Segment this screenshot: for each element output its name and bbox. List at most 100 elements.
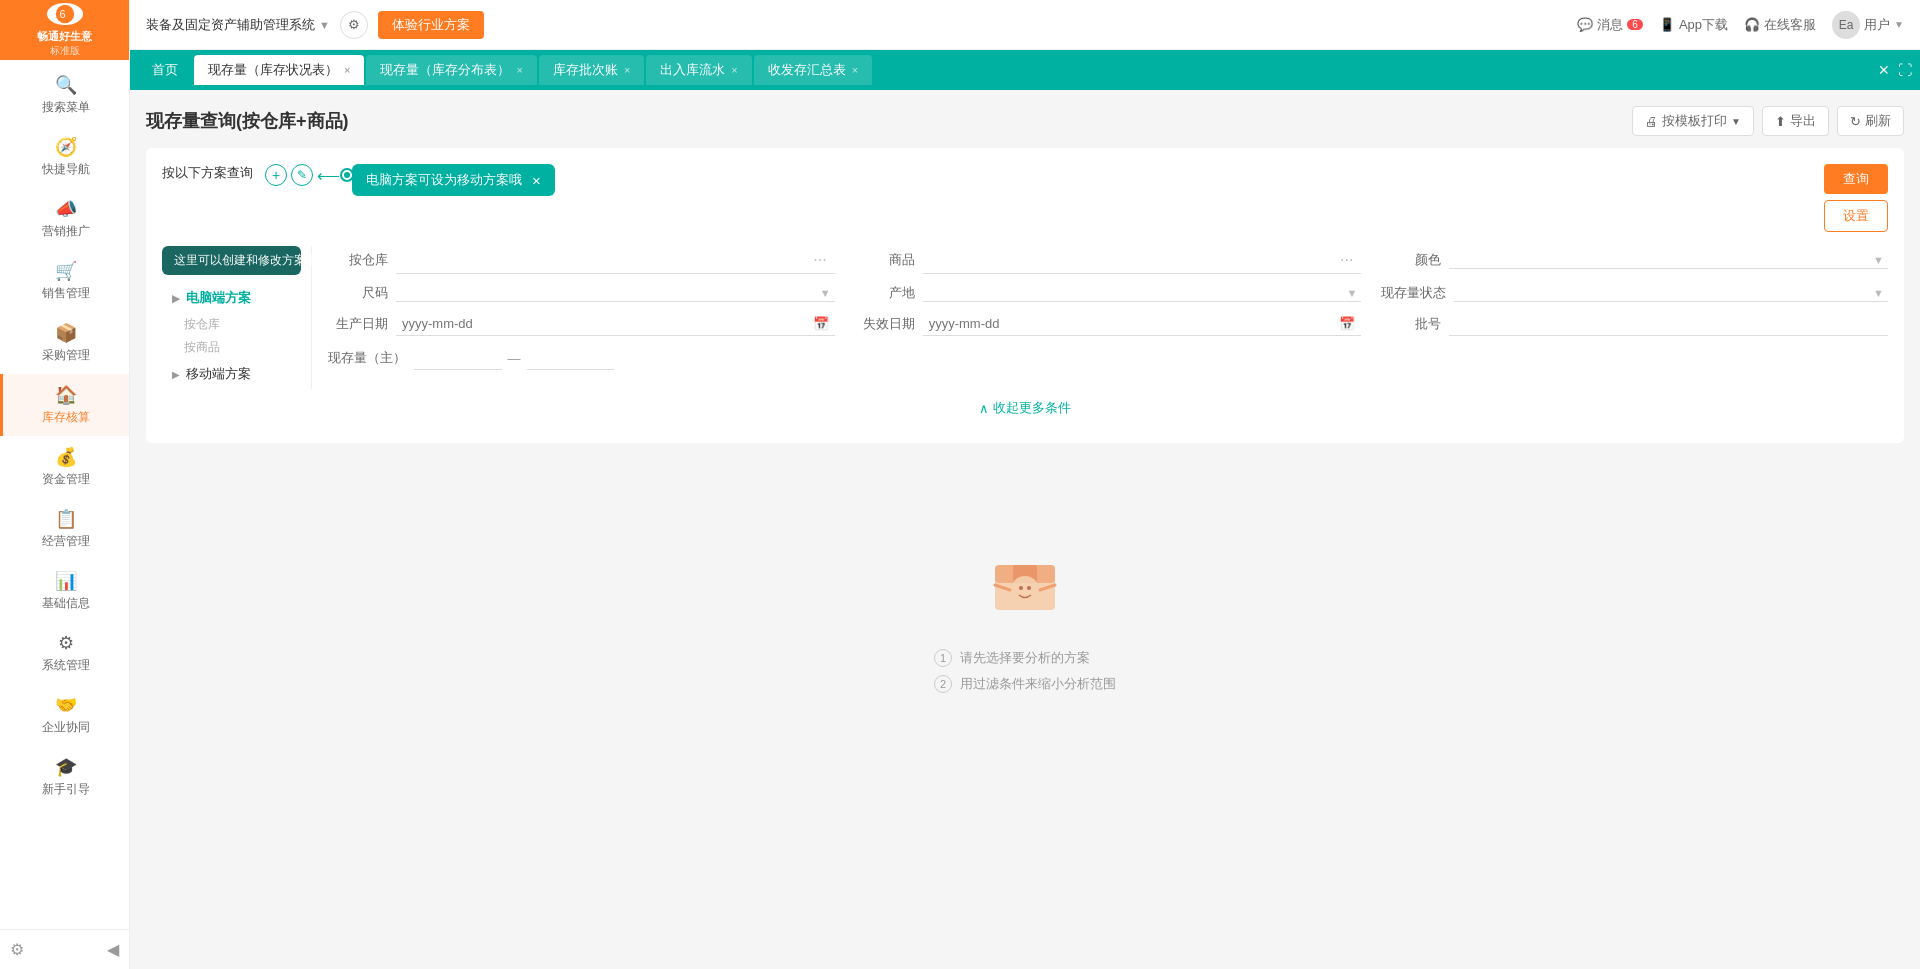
stock-status-select[interactable]: ▼ <box>1454 285 1888 302</box>
finance-icon: 💰 <box>55 446 77 468</box>
tab-close-batch-account[interactable]: × <box>624 64 630 76</box>
sidebar-item-finance[interactable]: 💰 资金管理 <box>0 436 129 498</box>
color-select[interactable]: ▼ <box>1449 252 1888 269</box>
stock-max-input[interactable] <box>527 346 615 370</box>
settings-icon[interactable]: ⚙ <box>10 940 24 959</box>
back-icon[interactable]: ⟵ <box>317 166 340 185</box>
sidebar-item-enterprise[interactable]: 🤝 企业协同 <box>0 684 129 746</box>
sidebar-item-guide-label: 快捷导航 <box>42 161 90 178</box>
sidebar-item-newbie[interactable]: 🎓 新手引导 <box>0 746 129 808</box>
reset-button[interactable]: 设置 <box>1824 200 1888 232</box>
warehouse-label: 按仓库 <box>328 251 388 269</box>
origin-arrow-icon: ▼ <box>1346 287 1357 299</box>
prod-date-calendar-icon[interactable]: 📅 <box>813 316 829 331</box>
sidebar-menu: 🔍 搜索菜单 🧭 快捷导航 📣 营销推广 🛒 销售管理 📦 采购管理 🏠 库存核… <box>0 60 129 929</box>
chevron-up-icon: ∧ <box>979 401 989 416</box>
tab-close-inout-flow[interactable]: × <box>731 64 737 76</box>
sidebar-item-purchase[interactable]: 📦 采购管理 <box>0 312 129 374</box>
sidebar-item-inventory[interactable]: 🏠 库存核算 <box>0 374 129 436</box>
avatar: Ea <box>1832 11 1860 39</box>
tab-close-all-icon[interactable]: ✕ <box>1878 62 1890 78</box>
filter-row4: 现存量（主） — <box>328 346 1888 370</box>
tab-fullscreen-icon[interactable]: ⛶ <box>1898 62 1912 78</box>
chevron-down-icon: ▼ <box>319 19 330 31</box>
content-inner: 现存量查询(按仓库+商品) 🖨 按模板打印 ▼ ⬆ 导出 ↻ 刷新 <box>130 90 1920 793</box>
logo-subtitle: 标准版 <box>50 44 80 58</box>
size-select[interactable]: ▼ <box>396 285 835 302</box>
tooltip-create-area: 这里可以创建和修改方案哦 × <box>162 246 301 275</box>
tab-inout-flow-label: 出入库流水 <box>660 61 725 79</box>
expire-date-label: 失效日期 <box>855 315 915 333</box>
scheme-popup-container: 电脑方案可设为移动方案哦 × <box>352 164 555 196</box>
app-download-label: App下载 <box>1679 16 1728 34</box>
tab-batch-account[interactable]: 库存批次账 × <box>539 55 644 85</box>
system-title[interactable]: 装备及固定资产辅助管理系统 ▼ <box>146 16 330 34</box>
collapse-sidebar-icon[interactable]: ◀ <box>107 940 119 959</box>
empty-steps: 1 请先选择要分析的方案 2 用过滤条件来缩小分析范围 <box>934 645 1116 697</box>
search-button[interactable]: 查询 <box>1824 164 1888 194</box>
expire-date-input[interactable] <box>929 316 1336 331</box>
sidebar-item-marketing[interactable]: 📣 营销推广 <box>0 188 129 250</box>
tab-close-inventory-dist[interactable]: × <box>516 64 522 76</box>
sidebar-bottom: ⚙ ◀ <box>0 929 129 969</box>
prod-date-input[interactable] <box>402 316 809 331</box>
guide-dot <box>342 170 352 180</box>
edit-scheme-btn[interactable]: ✎ <box>291 164 313 186</box>
tab-inventory-status[interactable]: 现存量（库存状况表） × <box>194 55 364 85</box>
page-header: 现存量查询(按仓库+商品) 🖨 按模板打印 ▼ ⬆ 导出 ↻ 刷新 <box>146 106 1904 136</box>
tab-home[interactable]: 首页 <box>138 55 192 85</box>
sidebar-item-guide[interactable]: 🧭 快捷导航 <box>0 126 129 188</box>
topbar-settings-button[interactable]: ⚙ <box>340 11 368 39</box>
app-download-btn[interactable]: 📱 App下载 <box>1659 16 1728 34</box>
topbar-left: 装备及固定资产辅助管理系统 ▼ ⚙ 体验行业方案 <box>146 11 484 39</box>
industry-btn[interactable]: 体验行业方案 <box>378 11 484 39</box>
filter-prod-date: 生产日期 📅 <box>328 312 835 336</box>
sidebar-item-basic[interactable]: 📊 基础信息 <box>0 560 129 622</box>
warehouse-input[interactable] <box>400 248 809 271</box>
expire-date-calendar-icon[interactable]: 📅 <box>1339 316 1355 331</box>
tab-inout-flow[interactable]: 出入库流水 × <box>646 55 751 85</box>
stock-min-input[interactable] <box>414 346 502 370</box>
tab-collect-summary[interactable]: 收发存汇总表 × <box>754 55 872 85</box>
search-btn-group: 查询 设置 <box>1824 164 1888 232</box>
goods-dots-icon[interactable]: ··· <box>1336 251 1357 269</box>
collapse-row: ∧ 收起更多条件 <box>162 389 1888 427</box>
query-header-area: 按以下方案查询 + ✎ ⟵ 电脑方案可设为移动方案哦 × <box>162 164 1888 232</box>
batch-input[interactable] <box>1449 312 1888 336</box>
add-scheme-btn[interactable]: + <box>265 164 287 186</box>
page-actions: 🖨 按模板打印 ▼ ⬆ 导出 ↻ 刷新 <box>1632 106 1904 136</box>
scheme-popup-label: 电脑方案可设为移动方案哦 <box>366 171 522 189</box>
origin-select[interactable]: ▼ <box>923 285 1362 302</box>
user-menu[interactable]: Ea 用户 ▼ <box>1832 11 1904 39</box>
scheme-mobile[interactable]: ▶ 移动端方案 <box>162 359 301 389</box>
topbar-right: 💬 消息 6 📱 App下载 🎧 在线客服 Ea 用户 ▼ <box>1577 11 1904 39</box>
sidebar-item-operation[interactable]: 📋 经营管理 <box>0 498 129 560</box>
support-btn[interactable]: 🎧 在线客服 <box>1744 16 1816 34</box>
tab-close-inventory-status[interactable]: × <box>344 64 350 76</box>
tab-close-collect-summary[interactable]: × <box>852 64 858 76</box>
scheme-pc[interactable]: ▶ 电脑端方案 <box>162 283 301 313</box>
operation-icon: 📋 <box>55 508 77 530</box>
tooltip-create-close[interactable]: × <box>326 254 333 268</box>
sidebar-item-system[interactable]: ⚙ 系统管理 <box>0 622 129 684</box>
export-btn[interactable]: ⬆ 导出 <box>1762 106 1829 136</box>
collapse-btn[interactable]: ∧ 收起更多条件 <box>979 399 1071 417</box>
message-btn[interactable]: 💬 消息 6 <box>1577 16 1643 34</box>
query-card: 按以下方案查询 + ✎ ⟵ 电脑方案可设为移动方案哦 × <box>146 148 1904 443</box>
sidebar-item-inventory-label: 库存核算 <box>42 409 90 426</box>
sidebar-item-search[interactable]: 🔍 搜索菜单 <box>0 64 129 126</box>
refresh-btn[interactable]: ↻ 刷新 <box>1837 106 1904 136</box>
export-label: 导出 <box>1790 112 1816 130</box>
scheme-popup-close[interactable]: × <box>532 172 541 189</box>
print-label: 按模板打印 <box>1662 112 1727 130</box>
step-1-num: 1 <box>934 649 952 667</box>
sidebar-item-sales[interactable]: 🛒 销售管理 <box>0 250 129 312</box>
goods-input[interactable] <box>927 248 1336 271</box>
size-label: 尺码 <box>328 284 388 302</box>
warehouse-dots-icon[interactable]: ··· <box>809 251 830 269</box>
tab-inventory-dist[interactable]: 现存量（库存分布表） × <box>366 55 536 85</box>
print-btn[interactable]: 🖨 按模板打印 ▼ <box>1632 106 1754 136</box>
print-icon: 🖨 <box>1645 114 1658 129</box>
filter-area: 按仓库 ··· 商品 ··· <box>328 246 1888 389</box>
filter-row3: 生产日期 📅 失效日期 📅 <box>328 312 1888 336</box>
